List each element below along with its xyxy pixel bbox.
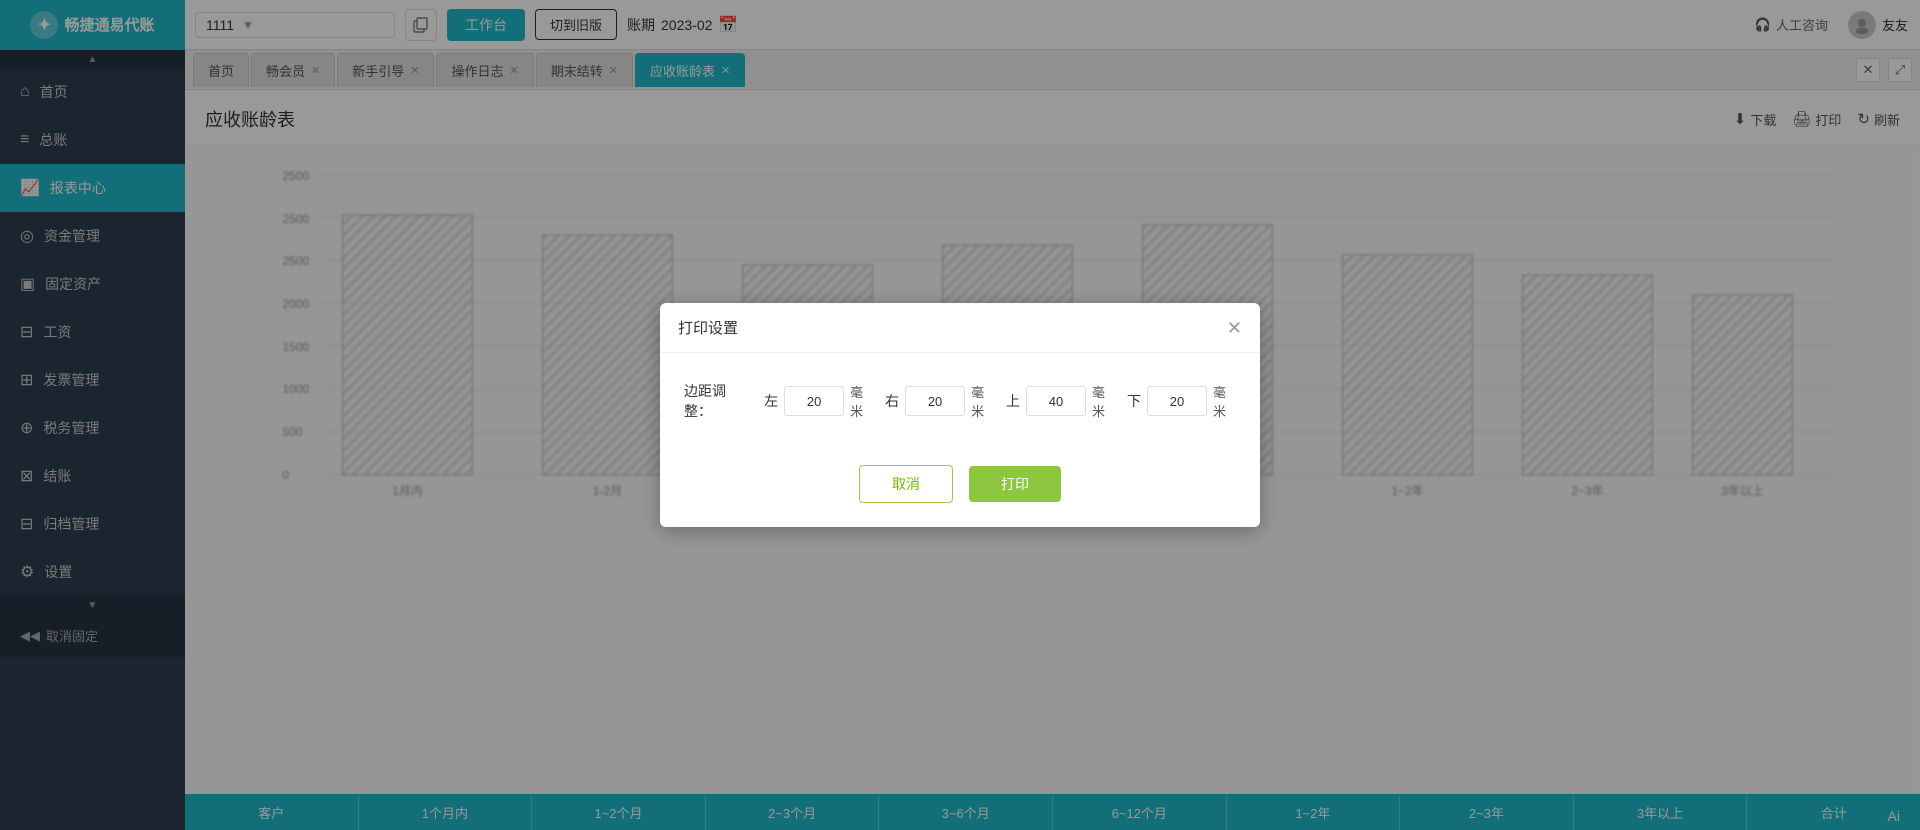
cancel-button[interactable]: 取消: [859, 465, 953, 503]
top-unit: 毫米: [1092, 382, 1115, 420]
top-label: 上: [1006, 391, 1020, 411]
right-margin-input[interactable]: [905, 386, 965, 416]
bottom-label: 下: [1127, 391, 1141, 411]
modal-header: 打印设置 ✕: [660, 303, 1260, 353]
right-label: 右: [885, 391, 899, 411]
margin-row: 边距调整： 左 毫米 右 毫米 上 毫米 下: [684, 381, 1236, 421]
top-margin-input[interactable]: [1026, 386, 1086, 416]
modal-overlay: 打印设置 ✕ 边距调整： 左 毫米 右 毫米 上 毫米: [0, 0, 1920, 830]
modal-footer: 取消 打印: [660, 449, 1260, 527]
left-margin-group: 左 毫米: [764, 382, 873, 420]
confirm-print-button[interactable]: 打印: [969, 466, 1061, 502]
bottom-margin-group: 下 毫米: [1127, 382, 1236, 420]
modal-body: 边距调整： 左 毫米 右 毫米 上 毫米 下: [660, 353, 1260, 449]
right-unit: 毫米: [971, 382, 994, 420]
bottom-margin-input[interactable]: [1147, 386, 1207, 416]
top-margin-group: 上 毫米: [1006, 382, 1115, 420]
left-label: 左: [764, 391, 778, 411]
margin-label: 边距调整：: [684, 381, 752, 421]
modal-close-button[interactable]: ✕: [1227, 319, 1242, 337]
left-margin-input[interactable]: [784, 386, 844, 416]
bottom-unit: 毫米: [1213, 382, 1236, 420]
left-unit: 毫米: [850, 382, 873, 420]
right-margin-group: 右 毫米: [885, 382, 994, 420]
modal-title: 打印设置: [678, 317, 738, 338]
print-settings-modal: 打印设置 ✕ 边距调整： 左 毫米 右 毫米 上 毫米: [660, 303, 1260, 527]
